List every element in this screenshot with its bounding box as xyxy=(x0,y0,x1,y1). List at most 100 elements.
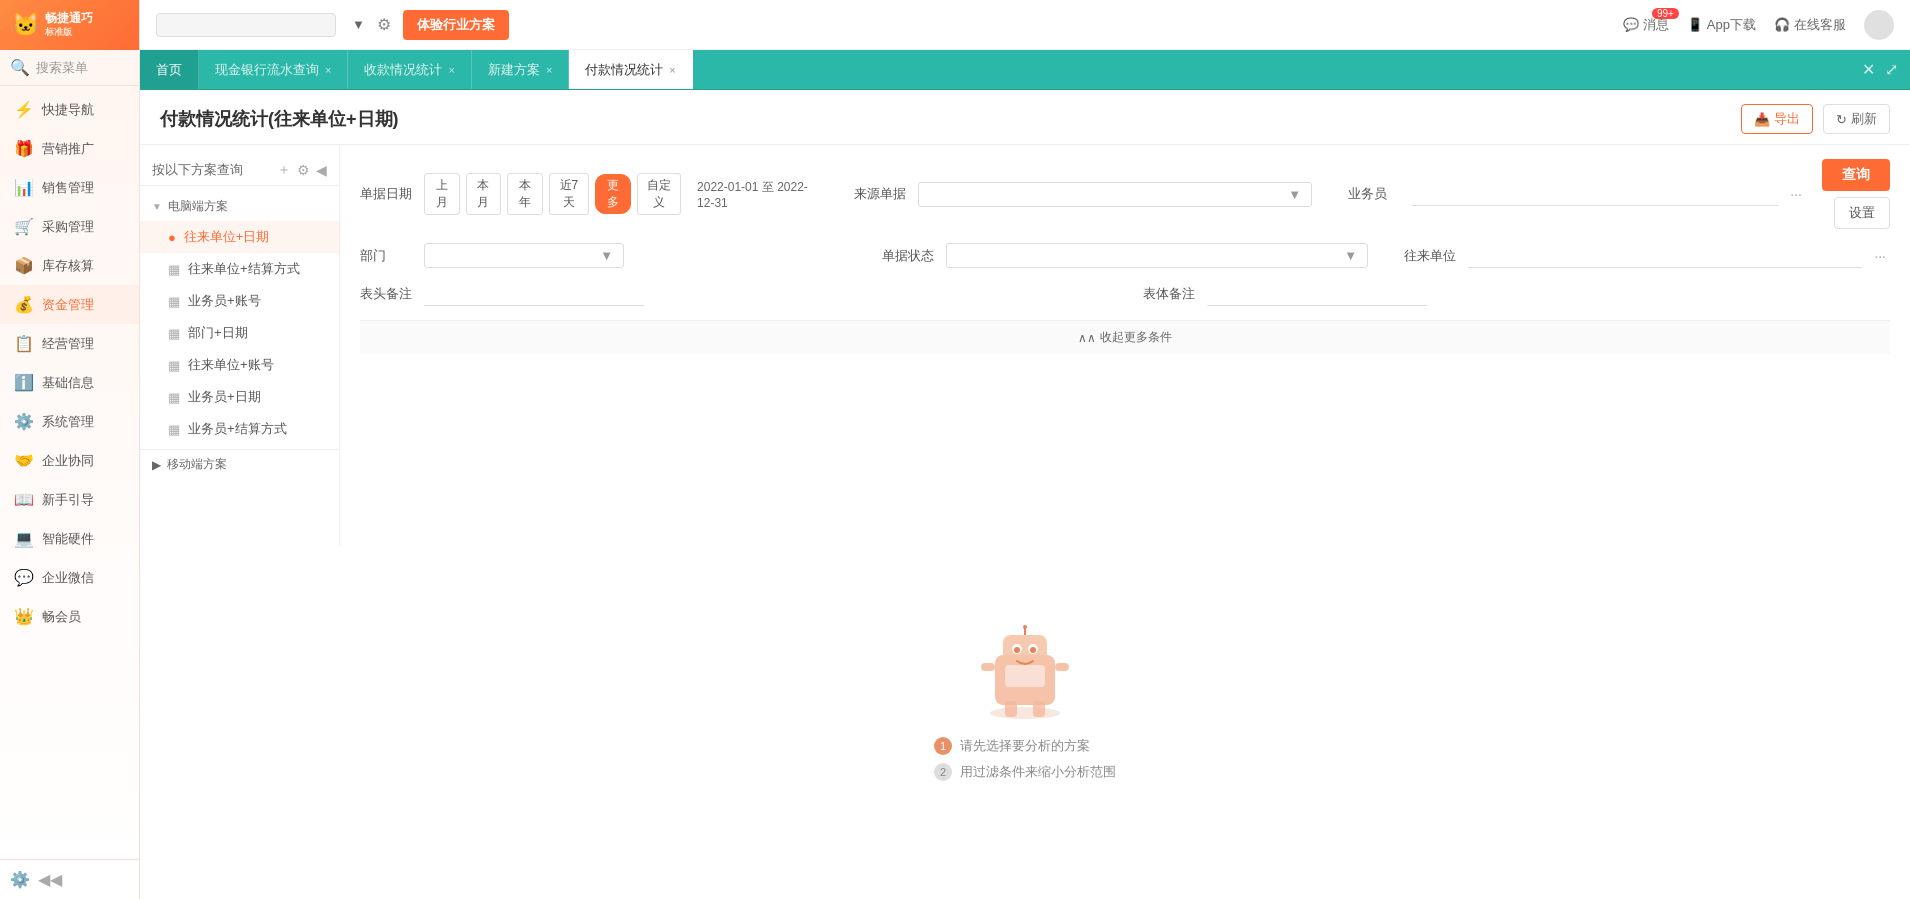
sidebar-item-quicknav[interactable]: ⚡ 快捷导航 xyxy=(0,90,139,129)
wechat-icon: 💬 xyxy=(14,568,34,587)
settings-gear-icon[interactable]: ⚙ xyxy=(377,15,391,34)
scheme-panel-header-right: ＋ ⚙ ◀ xyxy=(277,161,327,179)
tab-cashflow[interactable]: 现金银行流水查询 × xyxy=(199,50,348,89)
header-note-label: 表头备注 xyxy=(360,285,416,303)
header-note-input[interactable] xyxy=(424,282,644,306)
refresh-button[interactable]: ↻ 刷新 xyxy=(1823,104,1890,134)
scheme-item-5[interactable]: ▦ 业务员+日期 xyxy=(140,381,339,413)
sidebar-item-inventory[interactable]: 📦 库存核算 xyxy=(0,246,139,285)
date-btn-7days[interactable]: 近7天 xyxy=(549,173,589,215)
filter-row-2: 部门 ▼ 单据状态 ▼ xyxy=(360,243,1890,268)
date-btn-more[interactable]: 更多 xyxy=(595,174,631,214)
date-range-line1: 2022-01-01 至 2022-12-31 xyxy=(697,179,818,210)
scheme-item-1[interactable]: ▦ 往来单位+结算方式 xyxy=(140,253,339,285)
date-btn-last-month[interactable]: 上月 xyxy=(424,173,460,215)
mobile-group-label: 移动端方案 xyxy=(167,456,227,473)
breadcrumb-dropdown-icon[interactable]: ▼ xyxy=(352,17,365,32)
sidebar-item-enterprise[interactable]: 🤝 企业协同 xyxy=(0,441,139,480)
search-menu-item[interactable]: 🔍 搜索菜单 xyxy=(0,50,139,86)
date-btn-this-month[interactable]: 本月 xyxy=(466,173,502,215)
sidebar-item-sales[interactable]: 📊 销售管理 xyxy=(0,168,139,207)
dept-select[interactable]: ▼ xyxy=(424,243,624,268)
scheme-item-icon-5: ▦ xyxy=(168,390,180,405)
tab-maximize-icon[interactable]: ⤢ xyxy=(1885,60,1898,79)
mobile-group-header[interactable]: ▶ 移动端方案 xyxy=(140,449,339,479)
tab-receipt-stat-close[interactable]: × xyxy=(448,64,454,76)
sidebar-item-marketing[interactable]: 🎁 营销推广 xyxy=(0,129,139,168)
setting-button[interactable]: 设置 xyxy=(1834,197,1890,229)
collapse-scheme-icon[interactable]: ◀ xyxy=(316,162,327,178)
partner-ellipsis[interactable]: ··· xyxy=(1870,244,1890,268)
enterprise-icon: 🤝 xyxy=(14,451,34,470)
export-icon: 📥 xyxy=(1754,112,1770,127)
scheme-item-4[interactable]: ▦ 往来单位+账号 xyxy=(140,349,339,381)
date-options: 上月 本月 本年 近7天 更多 自定义 xyxy=(424,173,681,215)
scheme-panel-header: 按以下方案查询 ＋ ⚙ ◀ xyxy=(140,155,339,186)
settings-scheme-icon[interactable]: ⚙ xyxy=(297,162,310,178)
scheme-item-icon-4: ▦ xyxy=(168,358,180,373)
sidebar-item-label: 畅会员 xyxy=(42,608,81,626)
tab-close-all-icon[interactable]: ✕ xyxy=(1862,60,1875,79)
tab-cashflow-close[interactable]: × xyxy=(325,64,331,76)
source-select[interactable]: ▼ xyxy=(918,182,1312,207)
scheme-item-6[interactable]: ▦ 业务员+结算方式 xyxy=(140,413,339,445)
status-dropdown-icon: ▼ xyxy=(1344,248,1357,263)
page-title: 付款情况统计(往来单位+日期) xyxy=(160,107,399,131)
tab-receipt-stat[interactable]: 收款情况统计 × xyxy=(348,50,471,89)
breadcrumb-input[interactable] xyxy=(156,13,336,37)
query-button[interactable]: 查询 xyxy=(1822,159,1890,191)
sidebar-item-member[interactable]: 👑 畅会员 xyxy=(0,597,139,636)
tab-new-scheme-close[interactable]: × xyxy=(546,64,552,76)
app-icon: 📱 xyxy=(1687,17,1703,32)
collapse-sidebar-icon[interactable]: ◀◀ xyxy=(38,870,62,889)
status-filter-group: 单据状态 ▼ xyxy=(882,243,1368,268)
trial-button[interactable]: 体验行业方案 xyxy=(403,10,509,40)
sidebar-item-finance[interactable]: 💰 资金管理 xyxy=(0,285,139,324)
date-btn-custom[interactable]: 自定义 xyxy=(637,173,681,215)
body-note-input[interactable] xyxy=(1207,282,1427,306)
scheme-item-3[interactable]: ▦ 部门+日期 xyxy=(140,317,339,349)
scheme-item-0[interactable]: ● 往来单位+日期 xyxy=(140,221,339,253)
desktop-group-header[interactable]: ▼ 电脑端方案 xyxy=(140,192,339,221)
user-avatar[interactable] xyxy=(1864,10,1894,40)
tab-new-scheme[interactable]: 新建方案 × xyxy=(472,50,569,89)
management-icon: 📋 xyxy=(14,334,34,353)
sidebar-item-guide[interactable]: 📖 新手引导 xyxy=(0,480,139,519)
date-btn-this-year[interactable]: 本年 xyxy=(507,173,543,215)
sidebar-item-hardware[interactable]: 💻 智能硬件 xyxy=(0,519,139,558)
scheme-item-label-2: 业务员+账号 xyxy=(188,292,261,310)
app-download-button[interactable]: 📱 App下载 xyxy=(1687,16,1756,34)
staff-ellipsis[interactable]: ··· xyxy=(1786,182,1806,206)
online-service-button[interactable]: 🎧 在线客服 xyxy=(1774,16,1846,34)
tab-home[interactable]: 首页 xyxy=(140,50,199,89)
partner-input[interactable] xyxy=(1468,244,1862,268)
sidebar-item-label: 资金管理 xyxy=(42,296,94,314)
sidebar-item-sysadmin[interactable]: ⚙️ 系统管理 xyxy=(0,402,139,441)
service-label: 在线客服 xyxy=(1794,16,1846,34)
dept-filter-group: 部门 ▼ xyxy=(360,243,846,268)
scheme-panel: 按以下方案查询 ＋ ⚙ ◀ ▼ 电脑端方案 ● xyxy=(140,145,340,545)
collapse-label: 收起更多条件 xyxy=(1100,329,1172,346)
tab-bar-actions: ✕ ⤢ xyxy=(1850,50,1910,89)
tab-payment-stat[interactable]: 付款情况统计 × xyxy=(569,50,692,89)
add-scheme-icon[interactable]: ＋ xyxy=(277,161,291,179)
svg-point-0 xyxy=(990,707,1060,719)
scheme-item-label-1: 往来单位+结算方式 xyxy=(188,260,300,278)
sidebar-item-management[interactable]: 📋 经营管理 xyxy=(0,324,139,363)
export-button[interactable]: 📥 导出 xyxy=(1741,104,1813,134)
collapse-conditions-button[interactable]: ∧∧ 收起更多条件 xyxy=(360,320,1890,354)
settings-bottom-icon[interactable]: ⚙️ xyxy=(10,870,30,889)
desktop-group-arrow: ▼ xyxy=(152,201,162,212)
svg-rect-11 xyxy=(1005,701,1017,717)
tab-payment-stat-close[interactable]: × xyxy=(669,64,675,76)
filter-row-3: 表头备注 表体备注 xyxy=(360,282,1890,306)
scheme-item-2[interactable]: ▦ 业务员+账号 xyxy=(140,285,339,317)
svg-rect-12 xyxy=(1033,701,1045,717)
sidebar-item-purchase[interactable]: 🛒 采购管理 xyxy=(0,207,139,246)
sidebar-item-wechat[interactable]: 💬 企业微信 xyxy=(0,558,139,597)
message-button[interactable]: 💬 消息 99+ xyxy=(1623,16,1669,34)
empty-tip-2: 2 用过滤条件来缩小分析范围 xyxy=(934,763,1116,781)
status-select[interactable]: ▼ xyxy=(946,243,1368,268)
sidebar-item-baseinfo[interactable]: ℹ️ 基础信息 xyxy=(0,363,139,402)
staff-input[interactable] xyxy=(1412,182,1778,206)
